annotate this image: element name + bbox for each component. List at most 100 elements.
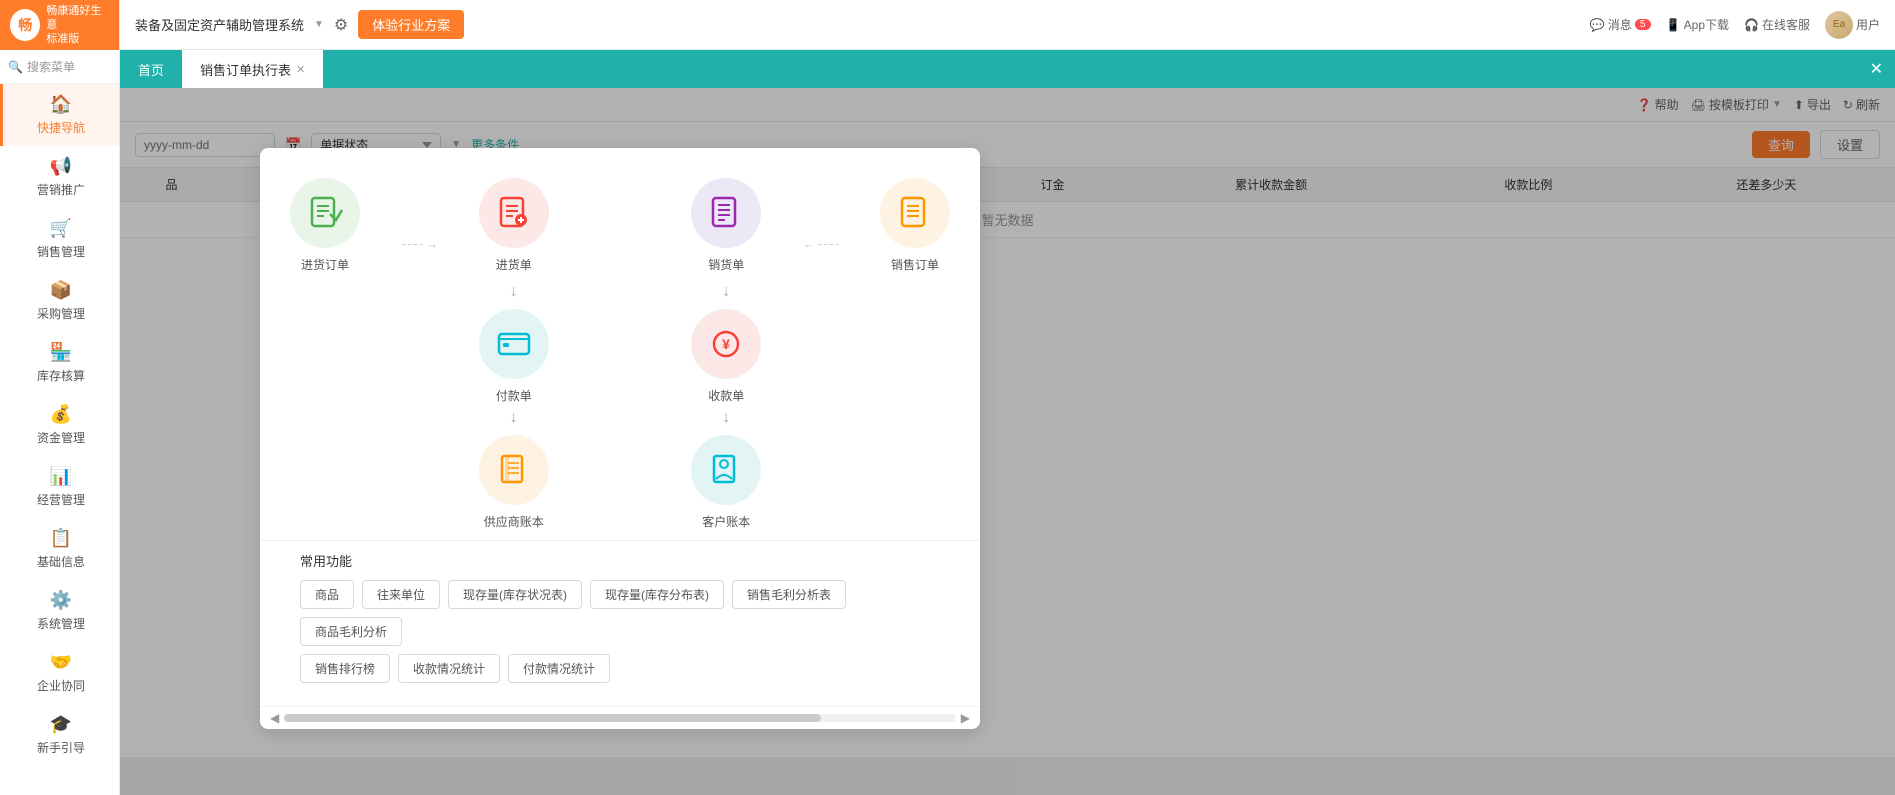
- online-service-item[interactable]: 🎧 在线客服: [1744, 16, 1810, 33]
- func-btn-goods-margin[interactable]: 商品毛利分析: [300, 617, 402, 646]
- inventory-icon: 🏪: [50, 342, 72, 363]
- trial-btn[interactable]: 体验行业方案: [358, 10, 464, 39]
- scroll-track[interactable]: [284, 714, 956, 722]
- scroll-left-btn[interactable]: ◀: [270, 711, 279, 725]
- close-all-tabs-btn[interactable]: ✕: [1858, 59, 1895, 79]
- scroll-thumb: [284, 714, 821, 722]
- system-title: 装备及固定资产辅助管理系统: [135, 15, 304, 34]
- main-area: 装备及固定资产辅助管理系统 ▼ ⚙ 体验行业方案 💬 消息 5 📱 App下载 …: [120, 0, 1895, 795]
- modal-dialog: 进货订单 - - - - → 进货单: [260, 148, 980, 729]
- user-item[interactable]: Ea 用户: [1825, 11, 1880, 39]
- quick-nav-icon: 🏠: [50, 94, 72, 115]
- sidebar-logo: 畅 畅康通好生意 标准版: [0, 0, 119, 50]
- sidebar-item-finance[interactable]: 💰 资金管理: [0, 394, 119, 456]
- app-download-icon: 📱: [1666, 18, 1681, 32]
- sidebar-item-system[interactable]: ⚙️ 系统管理: [0, 580, 119, 642]
- message-icon: 💬: [1590, 18, 1605, 32]
- arrow-down-customer: ↓: [722, 409, 730, 427]
- node-purchase-bill: 进货单: [479, 178, 549, 273]
- online-service-icon: 🎧: [1744, 18, 1759, 32]
- func-btn-partners[interactable]: 往来单位: [362, 580, 440, 609]
- sales-order-circle: [880, 178, 950, 248]
- payment-bill-label: 付款单: [496, 387, 532, 404]
- arrow-so-to-sb: ← - - - -: [761, 236, 880, 273]
- func-btn-stock-status[interactable]: 现存量(库存状况表): [448, 580, 582, 609]
- collab-icon: 🤝: [50, 652, 72, 673]
- topbar-icons: 💬 消息 5 📱 App下载 🎧 在线客服 Ea 用户: [1590, 11, 1880, 39]
- arrow-down-receipt: ↓: [722, 283, 730, 301]
- scroll-indicator: ◀ ▶: [260, 706, 980, 729]
- arrow-po-to-pb: - - - - →: [360, 236, 479, 273]
- system-dropdown-arrow[interactable]: ▼: [314, 19, 324, 30]
- purchase-bill-circle: [479, 178, 549, 248]
- message-badge: 5: [1635, 19, 1651, 30]
- sidebar-item-operations[interactable]: 📊 经营管理: [0, 456, 119, 518]
- common-functions-title: 常用功能: [300, 551, 940, 570]
- scroll-right-btn[interactable]: ▶: [961, 711, 970, 725]
- func-btn-stock-dist[interactable]: 现存量(库存分布表): [590, 580, 724, 609]
- operations-icon: 📊: [50, 466, 72, 487]
- app-download-item[interactable]: 📱 App下载: [1666, 16, 1729, 33]
- node-receipt-bill: ¥ 收款单: [691, 309, 761, 404]
- tab-sales-orders[interactable]: 销售订单执行表 ✕: [182, 50, 323, 88]
- node-payment-bill: 付款单: [479, 309, 549, 404]
- sidebar-item-purchase[interactable]: 📦 采购管理: [0, 270, 119, 332]
- logo-icon: 畅: [10, 9, 40, 41]
- svg-text:¥: ¥: [722, 336, 730, 352]
- sales-bill-circle: [691, 178, 761, 248]
- node-purchase-order: 进货订单: [290, 178, 360, 273]
- node-sales-bill: 销货单: [691, 178, 761, 273]
- sidebar-item-inventory[interactable]: 🏪 库存核算: [0, 332, 119, 394]
- topbar-settings-icon[interactable]: ⚙: [334, 15, 348, 35]
- customer-ledger-label: 客户账本: [702, 513, 750, 530]
- sidebar-item-quick-nav[interactable]: 🏠 快捷导航: [0, 84, 119, 146]
- payment-bill-circle: [479, 309, 549, 379]
- sales-bill-label: 销货单: [708, 256, 744, 273]
- avatar-image: Ea: [1825, 11, 1853, 39]
- content-area: ❓ 帮助 🖨 按模板打印 ▼ ⬆ 导出 ↻ 刷新: [120, 88, 1895, 795]
- sales-icon: 🛒: [50, 218, 72, 239]
- system-icon: ⚙️: [50, 590, 72, 611]
- customer-ledger-circle: [691, 435, 761, 505]
- basic-icon: 📋: [50, 528, 72, 549]
- receipt-bill-circle: ¥: [691, 309, 761, 379]
- search-icon: 🔍: [8, 60, 23, 74]
- arrow-down-payment: ↓: [510, 283, 518, 301]
- func-buttons-row2: 销售排行榜 收款情况统计 付款情况统计: [300, 654, 940, 683]
- receipt-bill-label: 收款单: [708, 387, 744, 404]
- purchase-order-circle: [290, 178, 360, 248]
- supplier-ledger-label: 供应商账本: [484, 513, 544, 530]
- func-buttons-row1: 商品 往来单位 现存量(库存状况表) 现存量(库存分布表) 销售毛利分析表 商品…: [300, 580, 940, 646]
- finance-icon: 💰: [50, 404, 72, 425]
- func-btn-sales-rank[interactable]: 销售排行榜: [300, 654, 390, 683]
- func-btn-payment-stats[interactable]: 付款情况统计: [508, 654, 610, 683]
- tab-close-icon[interactable]: ✕: [296, 63, 305, 76]
- sidebar-search[interactable]: 🔍 搜索菜单: [0, 50, 119, 84]
- func-btn-sales-margin[interactable]: 销售毛利分析表: [732, 580, 846, 609]
- avatar: Ea: [1825, 11, 1853, 39]
- purchase-icon: 📦: [50, 280, 72, 301]
- sidebar-item-marketing[interactable]: 📢 营销推广: [0, 146, 119, 208]
- tab-home[interactable]: 首页: [120, 50, 182, 88]
- guide-icon: 🎓: [50, 714, 72, 735]
- logo-text: 畅康通好生意 标准版: [46, 4, 109, 47]
- marketing-icon: 📢: [50, 156, 72, 177]
- sidebar-nav: 🏠 快捷导航 📢 营销推广 🛒 销售管理 📦 采购管理 🏪 库存核算 💰 资金管…: [0, 84, 119, 795]
- sidebar: 畅 畅康通好生意 标准版 🔍 搜索菜单 🏠 快捷导航 📢 营销推广 🛒 销售管理…: [0, 0, 120, 795]
- topbar: 装备及固定资产辅助管理系统 ▼ ⚙ 体验行业方案 💬 消息 5 📱 App下载 …: [120, 0, 1895, 50]
- sidebar-item-sales[interactable]: 🛒 销售管理: [0, 208, 119, 270]
- common-functions-area: 常用功能 商品 往来单位 现存量(库存状况表) 现存量(库存分布表) 销售毛利分…: [260, 540, 980, 706]
- sidebar-item-collab[interactable]: 🤝 企业协同: [0, 642, 119, 704]
- supplier-ledger-circle: [479, 435, 549, 505]
- message-item[interactable]: 💬 消息 5: [1590, 16, 1651, 33]
- func-btn-goods[interactable]: 商品: [300, 580, 354, 609]
- sidebar-item-guide[interactable]: 🎓 新手引导: [0, 704, 119, 766]
- arrow-down-supplier: ↓: [510, 409, 518, 427]
- node-sales-order: 销售订单: [880, 178, 950, 273]
- node-supplier-ledger: 供应商账本: [479, 435, 549, 530]
- modal-overlay[interactable]: 进货订单 - - - - → 进货单: [120, 88, 1895, 795]
- func-btn-receipt-stats[interactable]: 收款情况统计: [398, 654, 500, 683]
- sidebar-item-basic[interactable]: 📋 基础信息: [0, 518, 119, 580]
- purchase-order-label: 进货订单: [301, 256, 349, 273]
- flow-diagram-area: 进货订单 - - - - → 进货单: [260, 148, 980, 540]
